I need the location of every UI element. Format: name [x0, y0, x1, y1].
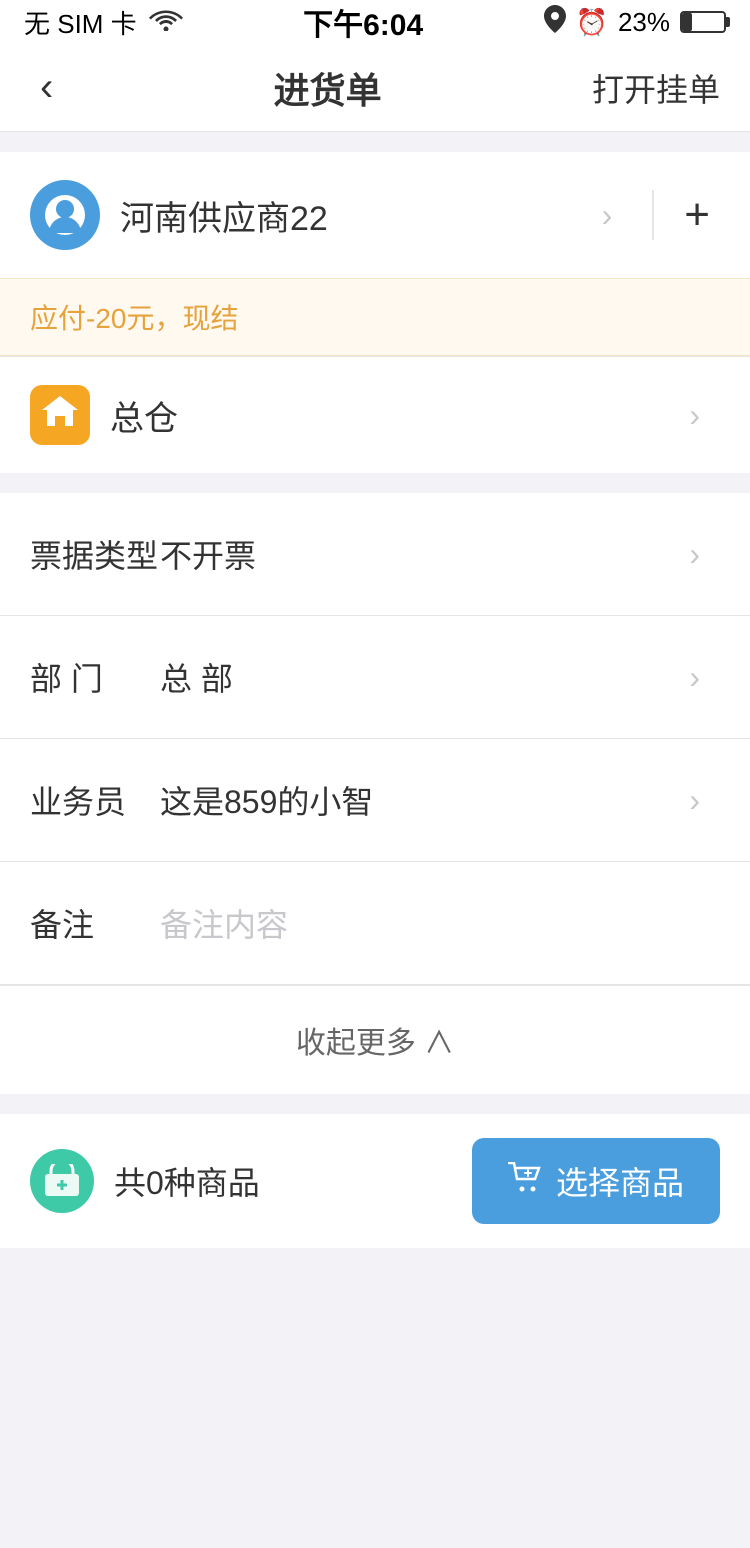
- select-product-button[interactable]: 选择商品: [472, 1138, 720, 1224]
- warehouse-name: 总仓: [110, 391, 689, 440]
- avatar-inner: [45, 195, 85, 235]
- supplier-avatar: [30, 180, 100, 250]
- warehouse-row[interactable]: 总仓 ›: [0, 356, 750, 473]
- cart-icon: [508, 1162, 542, 1200]
- select-btn-label: 选择商品: [556, 1158, 684, 1204]
- house-icon: [41, 394, 79, 436]
- remarks-placeholder[interactable]: 备注内容: [160, 900, 720, 946]
- department-label: 部 门: [30, 654, 160, 700]
- supplier-divider: [652, 190, 654, 240]
- status-left: 无 SIM 卡: [24, 4, 183, 41]
- remarks-label: 备注: [30, 900, 160, 946]
- supplier-chevron-icon: ›: [602, 197, 613, 234]
- back-button[interactable]: ‹: [30, 55, 63, 120]
- carrier-label: 无 SIM 卡: [24, 4, 137, 41]
- add-button[interactable]: +: [674, 190, 720, 240]
- product-icon: [30, 1149, 94, 1213]
- invoice-type-row[interactable]: 票据类型 不开票 ›: [0, 493, 750, 616]
- salesperson-chevron-icon: ›: [689, 782, 700, 819]
- supplier-name: 河南供应商22: [120, 191, 602, 240]
- page-footer: [0, 1248, 750, 1548]
- invoice-type-label: 票据类型: [30, 531, 160, 577]
- bottom-divider: [0, 1094, 750, 1114]
- location-icon: [544, 5, 566, 40]
- nav-bar: ‹ 进货单 打开挂单: [0, 44, 750, 132]
- department-value: 总 部: [160, 654, 689, 700]
- form-section: 票据类型 不开票 › 部 门 总 部 › 业务员 这是859的小智 › 备注 备…: [0, 493, 750, 1094]
- collapse-label: 收起更多 ∧: [296, 1027, 454, 1060]
- battery-percent: 23%: [618, 7, 670, 38]
- remarks-row[interactable]: 备注 备注内容: [0, 862, 750, 985]
- wifi-icon: [149, 7, 183, 38]
- warehouse-chevron-icon: ›: [689, 397, 700, 434]
- department-row[interactable]: 部 门 总 部 ›: [0, 616, 750, 739]
- warehouse-icon: [30, 385, 90, 445]
- salesperson-label: 业务员: [30, 777, 160, 823]
- page-title: 进货单: [274, 62, 382, 114]
- collapse-toggle[interactable]: 收起更多 ∧: [0, 985, 750, 1094]
- invoice-chevron-icon: ›: [689, 536, 700, 573]
- salesperson-row[interactable]: 业务员 这是859的小智 ›: [0, 739, 750, 862]
- supplier-section: 河南供应商22 › + 应付-20元，现结 总仓 ›: [0, 152, 750, 473]
- product-bar: 共0种商品 选择商品: [0, 1114, 750, 1248]
- alert-banner: 应付-20元，现结: [0, 278, 750, 356]
- status-time: 下午6:04: [303, 0, 423, 44]
- alarm-icon: ⏰: [576, 7, 608, 38]
- battery-icon: [680, 11, 726, 33]
- department-chevron-icon: ›: [689, 659, 700, 696]
- supplier-row[interactable]: 河南供应商22 › +: [0, 152, 750, 278]
- status-right: ⏰ 23%: [544, 5, 726, 40]
- salesperson-value: 这是859的小智: [160, 777, 689, 823]
- invoice-type-value: 不开票: [160, 531, 689, 577]
- top-divider: [0, 132, 750, 152]
- open-pending-button[interactable]: 打开挂单: [592, 65, 720, 111]
- alert-text: 应付-20元，现结: [30, 303, 238, 334]
- status-bar: 无 SIM 卡 下午6:04 ⏰ 23%: [0, 0, 750, 44]
- product-count: 共0种商品: [114, 1158, 472, 1204]
